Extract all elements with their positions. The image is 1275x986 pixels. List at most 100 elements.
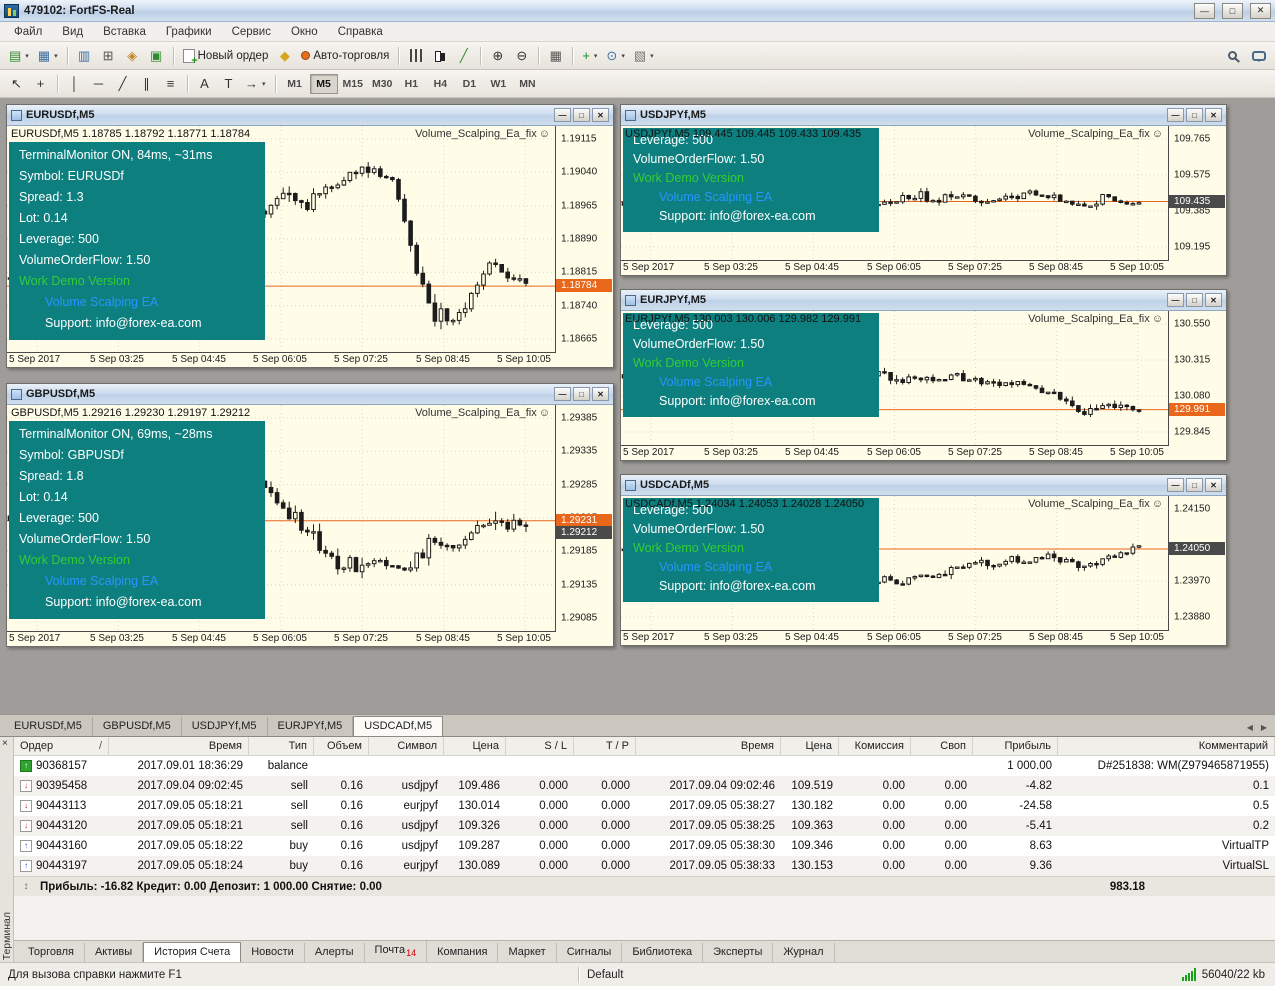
column-header-1[interactable]: Время (109, 737, 249, 755)
price-scale[interactable]: 109.765 109.575 109.385 109.195 109.435 (1169, 126, 1226, 260)
title-bar[interactable]: 479102: FortFS-Real — □ ✕ (0, 0, 1275, 22)
menu-item-4[interactable]: Сервис (222, 24, 281, 40)
chart-plot[interactable]: TerminalMonitor ON, 69ms, ~28ms Symbol: G… (7, 405, 556, 631)
column-header-9[interactable]: Цена (781, 737, 839, 755)
column-header-6[interactable]: S / L (506, 737, 574, 755)
channel-button[interactable]: ∥ (135, 73, 158, 95)
chart-tab-0[interactable]: EURUSDf,M5 (4, 717, 93, 736)
terminal-close-icon[interactable]: × (2, 738, 8, 749)
table-row[interactable]: ↓ 90443113 2017.09.05 05:18:21 sell 0.16 eurj… (14, 796, 1275, 816)
time-axis[interactable]: 5 Sep 2017 5 Sep 03:25 5 Sep 04:45 5 Sep 06… (621, 630, 1169, 645)
profiles-button[interactable]: ▦ ▾ (34, 45, 62, 67)
table-row[interactable]: ↑ 90443160 2017.09.05 05:18:22 buy 0.16 usdjp… (14, 836, 1275, 856)
community-button[interactable] (1247, 45, 1270, 67)
timeframe-m1-button[interactable]: M1 (281, 74, 309, 94)
chart-maximize-button[interactable]: □ (1186, 478, 1203, 492)
market-watch-button[interactable]: ▥ (73, 45, 96, 67)
chart-tab-3[interactable]: EURJPYf,M5 (268, 717, 354, 736)
chart-close-button[interactable]: ✕ (592, 387, 609, 401)
terminal-tab-8[interactable]: Сигналы (557, 943, 623, 962)
terminal-tab-11[interactable]: Журнал (773, 943, 835, 962)
time-axis[interactable]: 5 Sep 2017 5 Sep 03:25 5 Sep 04:45 5 Sep 06… (621, 260, 1169, 275)
menu-item-1[interactable]: Вид (52, 24, 93, 40)
chart-tab-2[interactable]: USDJPYf,M5 (182, 717, 268, 736)
terminal-tab-0[interactable]: Торговля (18, 943, 85, 962)
column-header-4[interactable]: Символ (369, 737, 444, 755)
zoom-in-button[interactable]: ⊕ (486, 45, 509, 67)
candlestick-button[interactable] (428, 45, 451, 67)
terminal-tab-5[interactable]: Почта14 (365, 940, 428, 962)
chart-maximize-button[interactable]: □ (573, 387, 590, 401)
tile-windows-button[interactable]: ▦ (544, 45, 567, 67)
chart-tab-1[interactable]: GBPUSDf,M5 (93, 717, 182, 736)
menu-item-5[interactable]: Окно (281, 24, 328, 40)
timeframe-d1-button[interactable]: D1 (455, 74, 483, 94)
chart-minimize-button[interactable]: — (554, 387, 571, 401)
table-row[interactable]: ↓ 90395458 2017.09.04 09:02:45 sell 0.16 usdj… (14, 776, 1275, 796)
price-scale[interactable]: 1.293851.293351.292851.292351.291851.291… (556, 405, 613, 631)
arrows-button[interactable]: → ▾ (241, 73, 270, 95)
periods-button[interactable]: ⊙ ▾ (602, 45, 628, 67)
chart-maximize-button[interactable]: □ (1186, 108, 1203, 122)
chart-close-button[interactable]: ✕ (592, 108, 609, 122)
data-window-button[interactable]: ⊞ (97, 45, 120, 67)
column-header-5[interactable]: Цена (444, 737, 506, 755)
timeframe-m15-button[interactable]: M15 (339, 74, 367, 94)
time-axis[interactable]: 5 Sep 2017 5 Sep 03:25 5 Sep 04:45 5 Sep 06… (7, 352, 556, 367)
timeframe-w1-button[interactable]: W1 (484, 74, 512, 94)
column-header-12[interactable]: Прибыль (973, 737, 1058, 755)
menu-item-2[interactable]: Вставка (93, 24, 156, 40)
column-header-0[interactable]: Ордер / (14, 737, 109, 755)
templates-button[interactable]: ▧ ▾ (630, 45, 658, 67)
table-row[interactable]: ↑ 90443197 2017.09.05 05:18:24 buy 0.16 eurjp… (14, 856, 1275, 876)
chart-tab-4[interactable]: USDCADf,M5 (353, 716, 444, 736)
column-header-8[interactable]: Время (636, 737, 781, 755)
terminal-tab-2[interactable]: История Счета (143, 942, 242, 962)
chart-window-titlebar[interactable]: USDJPYf,M5 — □ ✕ (621, 105, 1226, 126)
trendline-button[interactable]: ╱ (111, 73, 134, 95)
chart-minimize-button[interactable]: — (554, 108, 571, 122)
minimize-button[interactable]: — (1194, 2, 1215, 19)
text-button[interactable]: A (193, 73, 216, 95)
terminal-tab-3[interactable]: Новости (241, 943, 305, 962)
menu-item-6[interactable]: Справка (328, 24, 393, 40)
chart-minimize-button[interactable]: — (1167, 108, 1184, 122)
menu-item-3[interactable]: Графики (156, 24, 222, 40)
bar-chart-button[interactable] (404, 45, 427, 67)
table-row[interactable]: ↓ 90443120 2017.09.05 05:18:21 sell 0.16 usdj… (14, 816, 1275, 836)
terminal-tab-6[interactable]: Компания (427, 943, 499, 962)
horizontal-line-button[interactable]: ─ (87, 73, 110, 95)
column-header-3[interactable]: Объем (314, 737, 369, 755)
line-chart-button[interactable]: ╱ (452, 45, 475, 67)
tab-scroll-right-icon[interactable]: ▶ (1257, 719, 1271, 736)
metaeditor-button[interactable]: ◆ (273, 45, 296, 67)
timeframe-mn-button[interactable]: MN (513, 74, 541, 94)
crosshair-button[interactable]: + (29, 73, 52, 95)
column-header-2[interactable]: Тип (249, 737, 314, 755)
price-scale[interactable]: 130.550 130.315 130.080 129.845 129.991 (1169, 311, 1226, 445)
chart-window-titlebar[interactable]: EURJPYf,M5 — □ ✕ (621, 290, 1226, 311)
new-order-button[interactable]: Новый ордер (179, 45, 273, 67)
terminal-tab-10[interactable]: Эксперты (703, 943, 774, 962)
terminal-tab-4[interactable]: Алерты (305, 943, 365, 962)
maximize-button[interactable]: □ (1222, 2, 1243, 19)
chart-maximize-button[interactable]: □ (1186, 293, 1203, 307)
table-row[interactable]: ↑ 90368157 2017.09.01 18:36:29 balance 1 000… (14, 756, 1275, 776)
timeframe-h1-button[interactable]: H1 (397, 74, 425, 94)
chart-window-titlebar[interactable]: USDCADf,M5 — □ ✕ (621, 475, 1226, 496)
column-header-10[interactable]: Комиссия (839, 737, 911, 755)
close-button[interactable]: ✕ (1250, 2, 1271, 19)
timeframe-m5-button[interactable]: M5 (309, 73, 338, 94)
navigator-button[interactable]: ◈ (121, 45, 144, 67)
column-header-11[interactable]: Своп (911, 737, 973, 755)
zoom-out-button[interactable]: ⊖ (510, 45, 533, 67)
vertical-line-button[interactable]: │ (63, 73, 86, 95)
chart-minimize-button[interactable]: — (1167, 293, 1184, 307)
cursor-button[interactable]: ↖ (5, 73, 28, 95)
menu-item-0[interactable]: Файл (4, 24, 52, 40)
column-header-7[interactable]: T / P (574, 737, 636, 755)
status-profile[interactable]: Default (587, 969, 1182, 981)
chart-plot[interactable]: TerminalMonitor ON, 84ms, ~31ms Symbol: E… (7, 126, 556, 352)
terminal-tab-9[interactable]: Библиотека (622, 943, 704, 962)
fibonacci-button[interactable]: ≡ (159, 73, 182, 95)
